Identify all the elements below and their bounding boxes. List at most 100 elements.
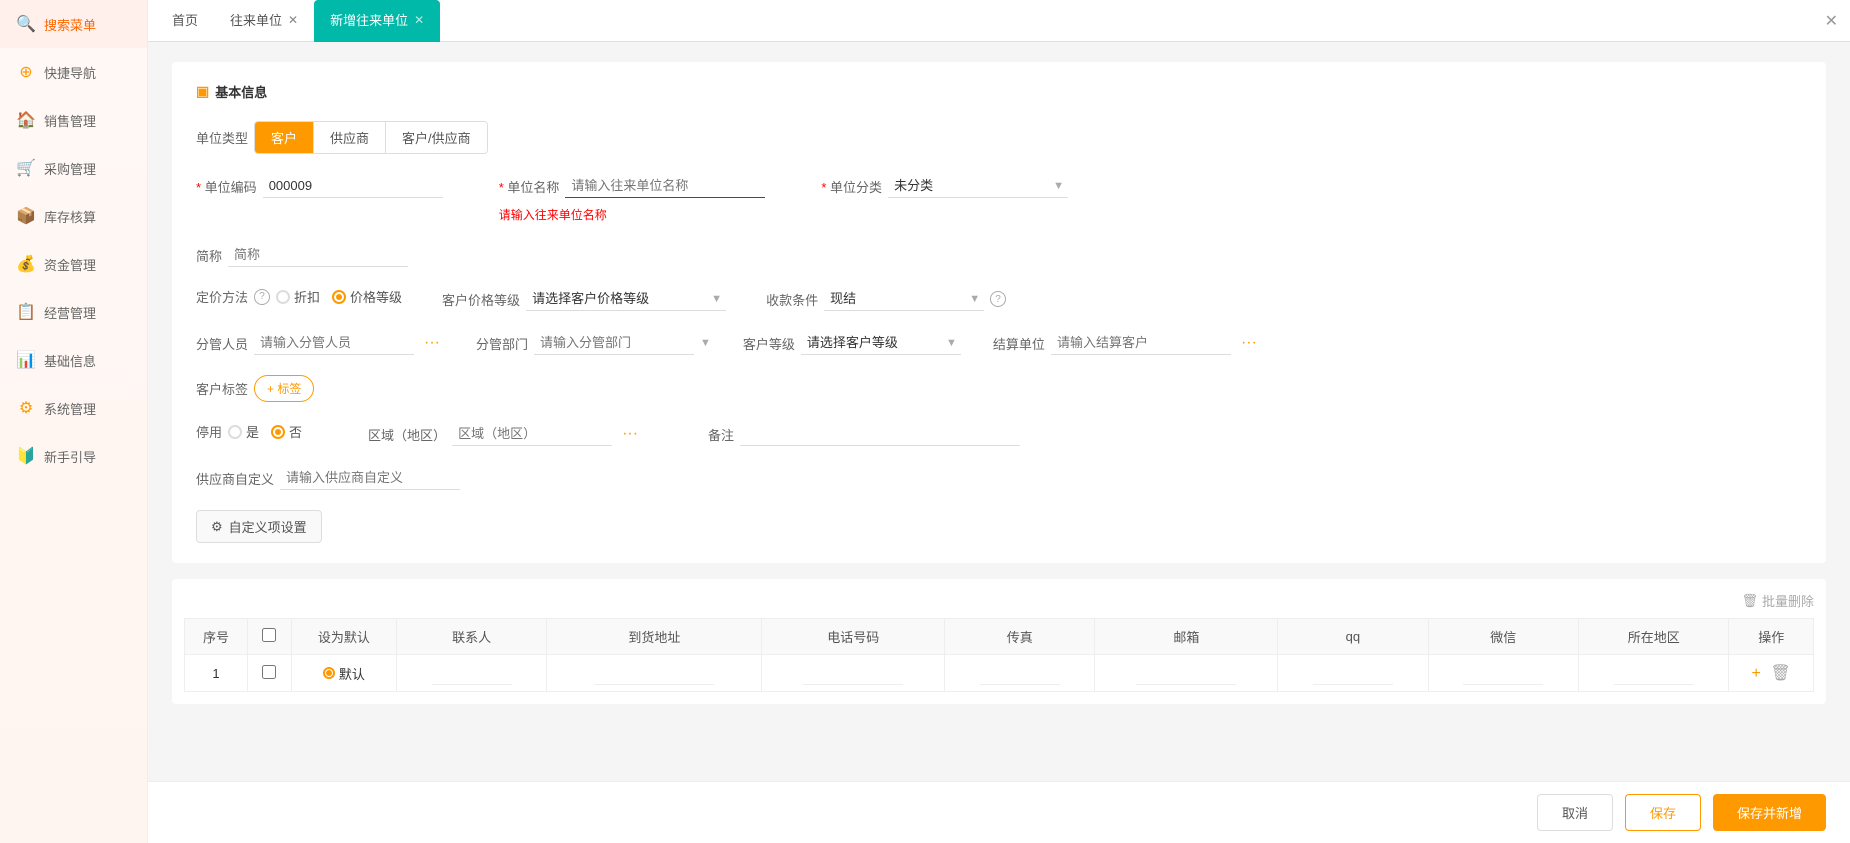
batch-delete-button[interactable]: 🗑 批量删除 bbox=[1741, 591, 1814, 610]
disabled-label: 停用 bbox=[196, 422, 222, 441]
qq-input[interactable] bbox=[1313, 661, 1393, 685]
payment-terms-wrapper: 现结 ▼ bbox=[824, 287, 984, 311]
contacts-table: 序号 设为默认 联系人 到货地址 电话号码 传真 邮箱 qq 微信 所在地区 操… bbox=[184, 618, 1814, 692]
tab-partner[interactable]: 往来单位 ✕ bbox=[214, 0, 314, 42]
basic-info-section: ▣ 基本信息 单位类型 客户 供应商 客户/供应商 单位编码 bbox=[172, 62, 1826, 563]
row-region-input[interactable] bbox=[1614, 661, 1694, 685]
region-more-icon[interactable]: ··· bbox=[618, 425, 642, 443]
region-label: 区域（地区） bbox=[368, 425, 446, 444]
settlement-more-icon[interactable]: ··· bbox=[1237, 334, 1261, 352]
close-partner-tab[interactable]: ✕ bbox=[288, 13, 298, 27]
main-content: 首页 往来单位 ✕ 新增往来单位 ✕ ✕ ▣ 基本信息 单位类型 客户 bbox=[148, 0, 1850, 843]
type-btn-supplier[interactable]: 供应商 bbox=[314, 122, 386, 153]
remark-input[interactable] bbox=[740, 422, 1020, 446]
select-all-checkbox[interactable] bbox=[262, 628, 276, 642]
row-checkbox[interactable] bbox=[262, 665, 276, 679]
payment-terms-select[interactable]: 现结 bbox=[824, 287, 984, 311]
unit-name-input[interactable] bbox=[565, 174, 765, 198]
sidebar-item-guide[interactable]: 🔰 新手引导 bbox=[0, 432, 147, 480]
sidebar-item-inventory[interactable]: 📦 库存核算 bbox=[0, 192, 147, 240]
cell-fax[interactable] bbox=[945, 655, 1095, 692]
customer-level-select[interactable]: 请选择客户等级 bbox=[801, 331, 961, 355]
sidebar-item-system[interactable]: ⚙ 系统管理 bbox=[0, 384, 147, 432]
pricing-discount-radio[interactable]: 折扣 bbox=[276, 287, 320, 306]
pricing-level-radio[interactable]: 价格等级 bbox=[332, 287, 402, 306]
col-region: 所在地区 bbox=[1579, 619, 1729, 655]
cell-wechat[interactable] bbox=[1428, 655, 1578, 692]
level-radio-circle bbox=[332, 290, 346, 304]
payment-terms-label: 收款条件 bbox=[766, 290, 818, 309]
cell-address[interactable] bbox=[547, 655, 762, 692]
custom-settings-button[interactable]: ⚙ 自定义项设置 bbox=[196, 510, 322, 543]
col-wechat: 微信 bbox=[1428, 619, 1578, 655]
manager-more-icon[interactable]: ··· bbox=[420, 334, 444, 352]
save-new-button[interactable]: 保存并新增 bbox=[1713, 794, 1826, 831]
sidebar-item-sales[interactable]: 🏠 销售管理 bbox=[0, 96, 147, 144]
cell-default: 默认 bbox=[291, 655, 396, 692]
add-row-icon[interactable]: + bbox=[1752, 665, 1761, 682]
fax-input[interactable] bbox=[980, 661, 1060, 685]
unit-name-error: 请输入往来单位名称 bbox=[499, 206, 607, 223]
email-input[interactable] bbox=[1136, 661, 1236, 685]
pricing-method-field: 定价方法 ? 折扣 价格等级 bbox=[196, 287, 402, 306]
sidebar-item-operations[interactable]: 📋 经营管理 bbox=[0, 288, 147, 336]
customer-price-select[interactable]: 请选择客户价格等级 bbox=[526, 287, 726, 311]
supplier-custom-field: 供应商自定义 bbox=[196, 466, 460, 490]
close-all-tabs[interactable]: ✕ bbox=[1825, 11, 1838, 31]
col-qq: qq bbox=[1278, 619, 1428, 655]
disabled-field: 停用 是 否 bbox=[196, 422, 302, 441]
add-tag-button[interactable]: + 标签 bbox=[254, 375, 314, 402]
dept-input[interactable] bbox=[534, 331, 694, 355]
cell-email[interactable] bbox=[1095, 655, 1278, 692]
dept-chevron-wrapper: ▼ bbox=[700, 337, 711, 349]
unit-category-select[interactable]: 未分类 bbox=[888, 174, 1068, 198]
disabled-radio-group: 是 否 bbox=[228, 422, 302, 441]
disabled-yes[interactable]: 是 bbox=[228, 422, 259, 441]
short-name-input[interactable] bbox=[228, 243, 408, 267]
inventory-icon: 📦 bbox=[16, 206, 36, 226]
cancel-button[interactable]: 取消 bbox=[1537, 794, 1613, 831]
settlement-unit-input[interactable] bbox=[1051, 331, 1231, 355]
address-input[interactable] bbox=[594, 661, 714, 685]
manager-input[interactable] bbox=[254, 331, 414, 355]
wechat-input[interactable] bbox=[1463, 661, 1543, 685]
settlement-unit-field: 结算单位 ··· bbox=[993, 331, 1261, 355]
tab-new-partner[interactable]: 新增往来单位 ✕ bbox=[314, 0, 440, 42]
dept-field: 分管部门 ▼ bbox=[476, 331, 711, 355]
disabled-no[interactable]: 否 bbox=[271, 422, 302, 441]
unit-type-label: 单位类型 bbox=[196, 128, 248, 147]
phone-input[interactable] bbox=[803, 661, 903, 685]
customer-price-field: 客户价格等级 请选择客户价格等级 ▼ bbox=[442, 287, 726, 311]
cell-qq[interactable] bbox=[1278, 655, 1428, 692]
form-area: ▣ 基本信息 单位类型 客户 供应商 客户/供应商 单位编码 bbox=[148, 42, 1850, 781]
default-radio[interactable] bbox=[323, 667, 335, 679]
sidebar: 🔍 搜索菜单 ⊕ 快捷导航 🏠 销售管理 🛒 采购管理 📦 库存核算 💰 资金管… bbox=[0, 0, 148, 843]
delete-row-icon[interactable]: 🗑 bbox=[1771, 665, 1791, 682]
cell-phone[interactable] bbox=[762, 655, 945, 692]
cell-region[interactable] bbox=[1579, 655, 1729, 692]
cell-checkbox[interactable] bbox=[248, 655, 292, 692]
pricing-help-icon[interactable]: ? bbox=[254, 289, 270, 305]
payment-help-icon[interactable]: ? bbox=[990, 291, 1006, 307]
sidebar-item-purchase[interactable]: 🛒 采购管理 bbox=[0, 144, 147, 192]
contact-input[interactable] bbox=[432, 661, 512, 685]
supplier-custom-input[interactable] bbox=[280, 466, 460, 490]
sidebar-item-finance[interactable]: 💰 资金管理 bbox=[0, 240, 147, 288]
save-button[interactable]: 保存 bbox=[1625, 794, 1701, 831]
finance-icon: 💰 bbox=[16, 254, 36, 274]
sidebar-item-basic-info[interactable]: 📊 基础信息 bbox=[0, 336, 147, 384]
unit-name-label: 单位名称 bbox=[499, 177, 560, 196]
short-name-row: 简称 bbox=[196, 243, 1802, 267]
short-name-label: 简称 bbox=[196, 246, 222, 265]
close-new-partner-tab[interactable]: ✕ bbox=[414, 13, 424, 27]
type-btn-both[interactable]: 客户/供应商 bbox=[386, 122, 487, 153]
region-input[interactable] bbox=[452, 422, 612, 446]
unit-code-input[interactable] bbox=[263, 174, 443, 198]
cell-contact[interactable] bbox=[396, 655, 546, 692]
sidebar-item-quick-nav[interactable]: ⊕ 快捷导航 bbox=[0, 48, 147, 96]
tab-home[interactable]: 首页 bbox=[156, 0, 214, 42]
type-btn-customer[interactable]: 客户 bbox=[255, 122, 314, 153]
sidebar-item-search[interactable]: 🔍 搜索菜单 bbox=[0, 0, 147, 48]
contacts-table-section: 🗑 批量删除 序号 设为默认 联系人 到货地址 电话号码 传真 邮箱 qq bbox=[172, 579, 1826, 704]
dept-chevron: ▼ bbox=[700, 337, 711, 349]
